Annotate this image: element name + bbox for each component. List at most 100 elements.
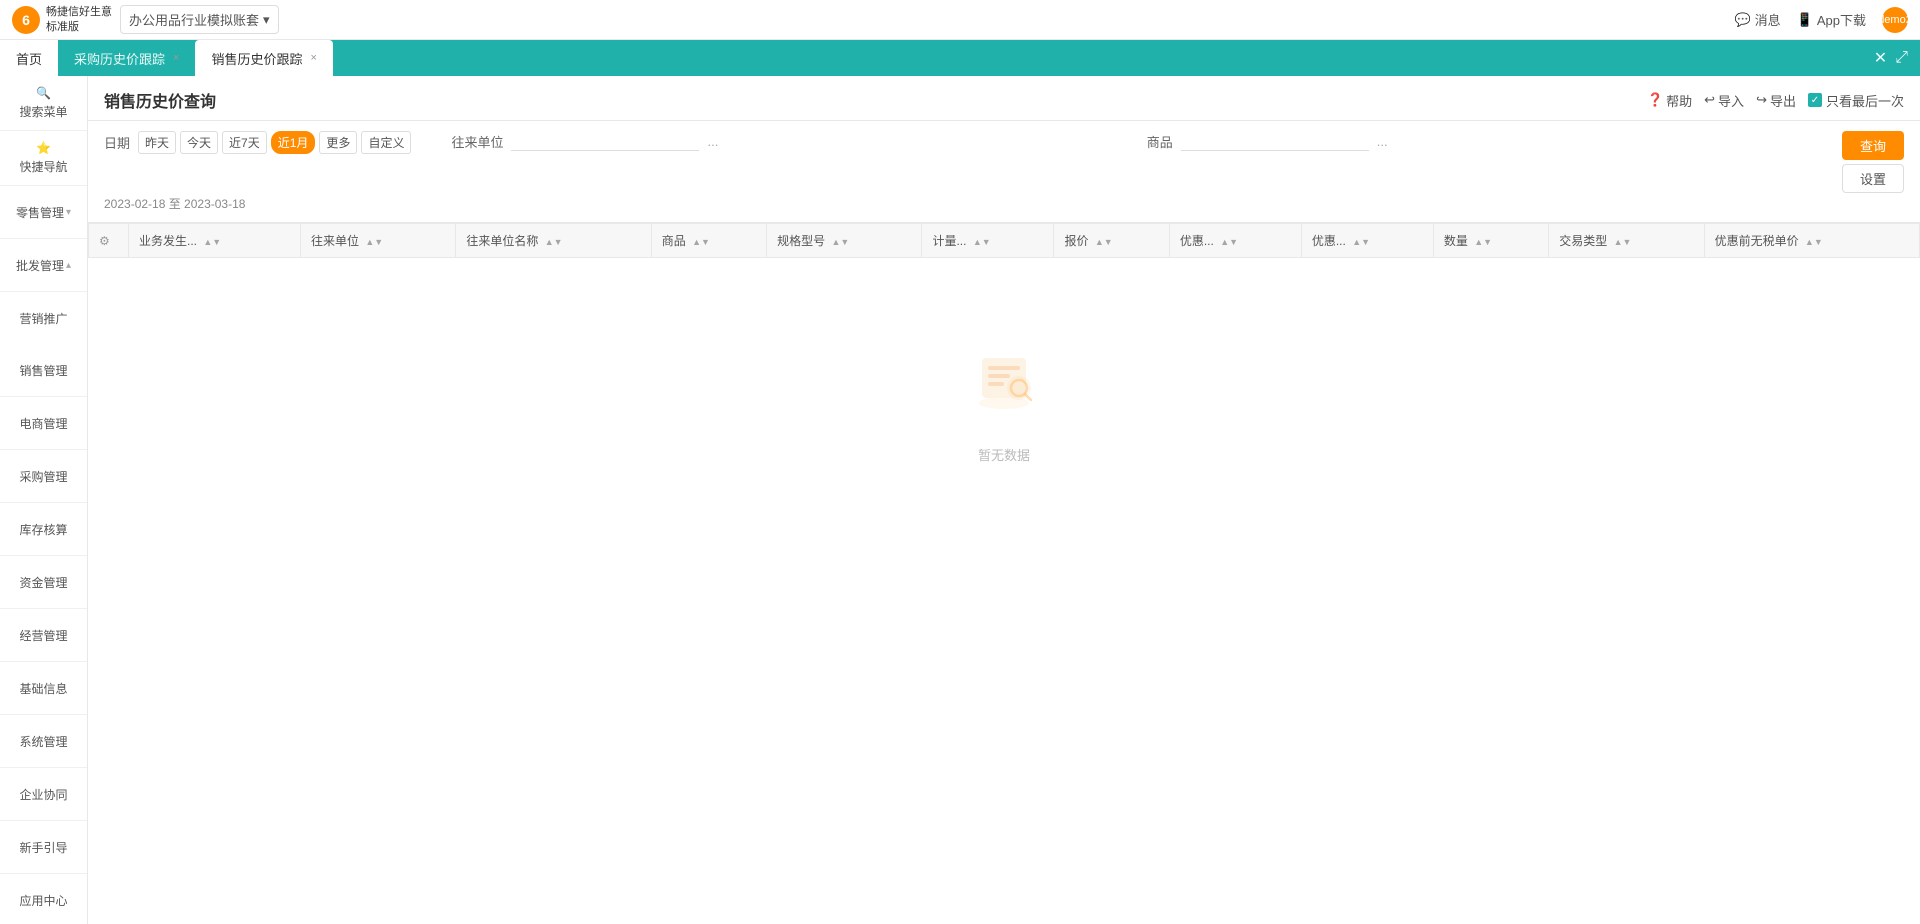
date-filter-group: 日期 昨天 今天 近7天 近1月 更多 自定义: [104, 131, 411, 154]
col-goods[interactable]: 商品 ▲▼: [651, 224, 766, 258]
tab-purchase-history[interactable]: 采购历史价跟踪 ×: [58, 40, 195, 76]
coming-unit-dots[interactable]: ...: [707, 134, 718, 149]
col-no-tax-price[interactable]: 优惠前无税单价 ▲▼: [1704, 224, 1919, 258]
tab-bar: 首页 采购历史价跟踪 × 销售历史价跟踪 × ✕ ⤢: [0, 40, 1920, 76]
yesterday-btn[interactable]: 昨天: [138, 131, 176, 154]
sort-arrows-unitcode: ▲▼: [365, 237, 383, 247]
sidebar-item-wholesale[interactable]: 批发管理 ▴: [0, 239, 87, 291]
sidebar-item-retail[interactable]: 零售管理 ▾: [0, 186, 87, 238]
col-spec[interactable]: 规格型号 ▲▼: [767, 224, 922, 258]
empty-text: 暂无数据: [978, 445, 1030, 464]
col-unit-name[interactable]: 往来单位名称 ▲▼: [456, 224, 651, 258]
sort-arrows-goods: ▲▼: [692, 237, 710, 247]
sidebar-item-system[interactable]: 系统管理: [0, 715, 87, 767]
main-layout: 🔍 搜索菜单 ⭐ 快捷导航 零售管理 ▾ 批发管理 ▴ 营销推广: [0, 76, 1920, 924]
sort-arrows-tradetype: ▲▼: [1614, 237, 1632, 247]
sidebar-section-inventory: 库存核算: [0, 503, 87, 556]
col-settings: ⚙: [89, 224, 129, 258]
sidebar-item-inventory[interactable]: 库存核算: [0, 503, 87, 555]
coming-unit-label: 往来单位: [451, 132, 503, 151]
sidebar-section-wholesale: 批发管理 ▴: [0, 239, 87, 292]
coming-unit-input[interactable]: [511, 131, 699, 151]
avatar: demo2: [1882, 7, 1908, 33]
app-download-btn[interactable]: 📱 App下载: [1797, 10, 1866, 29]
help-btn[interactable]: ❓ 帮助: [1647, 91, 1692, 110]
sidebar-section-appcenter: 应用中心: [0, 874, 87, 924]
data-table: ⚙ 业务发生... ▲▼ 往来单位 ▲▼ 往来单位名称 ▲▼: [88, 223, 1920, 544]
only-last-checkbox[interactable]: ✓: [1808, 93, 1822, 107]
export-icon: ↪: [1756, 92, 1767, 108]
sort-arrows-discount2: ▲▼: [1352, 237, 1370, 247]
help-icon: ❓: [1647, 92, 1663, 108]
goods-input[interactable]: [1181, 131, 1369, 151]
query-btn[interactable]: 查询: [1842, 131, 1904, 160]
col-unit[interactable]: 计量... ▲▼: [922, 224, 1054, 258]
sidebar-section-ecommerce: 电商管理: [0, 397, 87, 450]
tab-home[interactable]: 首页: [0, 40, 58, 76]
sidebar-item-marketing[interactable]: 营销推广: [0, 292, 87, 344]
sidebar-item-basicinfo[interactable]: 基础信息: [0, 662, 87, 714]
gear-icon[interactable]: ⚙: [99, 234, 110, 248]
col-quantity[interactable]: 数量 ▲▼: [1433, 224, 1548, 258]
sidebar-item-appcenter[interactable]: 应用中心: [0, 874, 87, 924]
sidebar-item-purchase[interactable]: 采购管理: [0, 450, 87, 502]
tab-sales-history[interactable]: 销售历史价跟踪 ×: [195, 40, 332, 76]
col-discount2[interactable]: 优惠... ▲▼: [1301, 224, 1433, 258]
col-trade-type[interactable]: 交易类型 ▲▼: [1549, 224, 1704, 258]
more-btn[interactable]: 更多: [319, 131, 357, 154]
empty-icon: [964, 338, 1044, 433]
only-last-checkbox-label[interactable]: ✓ 只看最后一次: [1808, 91, 1904, 110]
sidebar-item-ecommerce[interactable]: 电商管理: [0, 397, 87, 449]
sort-arrows-unitname: ▲▼: [545, 237, 563, 247]
sidebar-section-purchase: 采购管理: [0, 450, 87, 503]
coming-unit-section: 往来单位 ...: [451, 131, 1106, 151]
tab-close-purchase[interactable]: ×: [173, 52, 179, 64]
goods-dots[interactable]: ...: [1377, 134, 1388, 149]
page-header: 销售历史价查询 ❓ 帮助 ↩ 导入 ↪ 导出 ✓ 只看最后一次: [88, 76, 1920, 121]
sidebar-item-quicknav[interactable]: ⭐ 快捷导航: [0, 131, 87, 185]
col-quote[interactable]: 报价 ▲▼: [1054, 224, 1169, 258]
col-discount1[interactable]: 优惠... ▲▼: [1169, 224, 1301, 258]
last7days-btn[interactable]: 近7天: [222, 131, 267, 154]
filter-top-row: 日期 昨天 今天 近7天 近1月 更多 自定义 往来单位 ...: [88, 121, 1920, 193]
tab-maximize-action[interactable]: ⤢: [1895, 49, 1908, 67]
sidebar-item-enterprise[interactable]: 企业协同: [0, 768, 87, 820]
tab-close-action[interactable]: ✕: [1874, 48, 1887, 68]
sort-arrows-discount1: ▲▼: [1220, 237, 1238, 247]
search-icon: 🔍: [36, 86, 51, 100]
setting-btn[interactable]: 设置: [1842, 164, 1904, 193]
today-btn[interactable]: 今天: [180, 131, 218, 154]
sidebar-item-operation[interactable]: 经营管理: [0, 609, 87, 661]
sidebar-item-sales[interactable]: 销售管理: [0, 344, 87, 396]
sidebar-item-capital[interactable]: 资金管理: [0, 556, 87, 608]
col-biz-date[interactable]: 业务发生... ▲▼: [129, 224, 301, 258]
import-btn[interactable]: ↩ 导入: [1704, 91, 1744, 110]
tab-close-sales[interactable]: ×: [310, 52, 316, 64]
col-unit-code[interactable]: 往来单位 ▲▼: [301, 224, 456, 258]
phone-icon: 📱: [1797, 12, 1813, 28]
sidebar-section-quicknav: ⭐ 快捷导航: [0, 131, 87, 186]
empty-state-row: 暂无数据: [89, 258, 1920, 545]
sort-arrows-quantity: ▲▼: [1474, 237, 1492, 247]
sidebar-item-search[interactable]: 🔍 搜索菜单: [0, 76, 87, 130]
sort-arrows-unit: ▲▼: [973, 237, 991, 247]
tab-bar-actions: ✕ ⤢: [1874, 48, 1920, 68]
date-buttons: 昨天 今天 近7天 近1月 更多 自定义: [138, 131, 411, 154]
sidebar-section-newbie: 新手引导: [0, 821, 87, 874]
query-btn-area: 查询 设置: [1842, 131, 1904, 193]
export-btn[interactable]: ↪ 导出: [1756, 91, 1796, 110]
sort-arrows-quote: ▲▼: [1095, 237, 1113, 247]
table-body: 暂无数据: [89, 258, 1920, 545]
custom-btn[interactable]: 自定义: [361, 131, 411, 154]
filter-section: 日期 昨天 今天 近7天 近1月 更多 自定义 往来单位 ...: [88, 121, 1920, 223]
goods-label: 商品: [1147, 132, 1173, 151]
app-selector[interactable]: 办公用品行业模拟账套 ▾: [120, 5, 279, 34]
user-profile[interactable]: demo2: [1882, 7, 1908, 33]
sidebar-item-newbie[interactable]: 新手引导: [0, 821, 87, 873]
message-icon: 💬: [1734, 12, 1750, 28]
last1month-btn[interactable]: 近1月: [271, 131, 316, 154]
message-btn[interactable]: 💬 消息: [1734, 10, 1780, 29]
logo-icon: 6: [12, 6, 40, 34]
page-title: 销售历史价查询: [104, 88, 216, 112]
sort-arrows-notaxprice: ▲▼: [1805, 237, 1823, 247]
